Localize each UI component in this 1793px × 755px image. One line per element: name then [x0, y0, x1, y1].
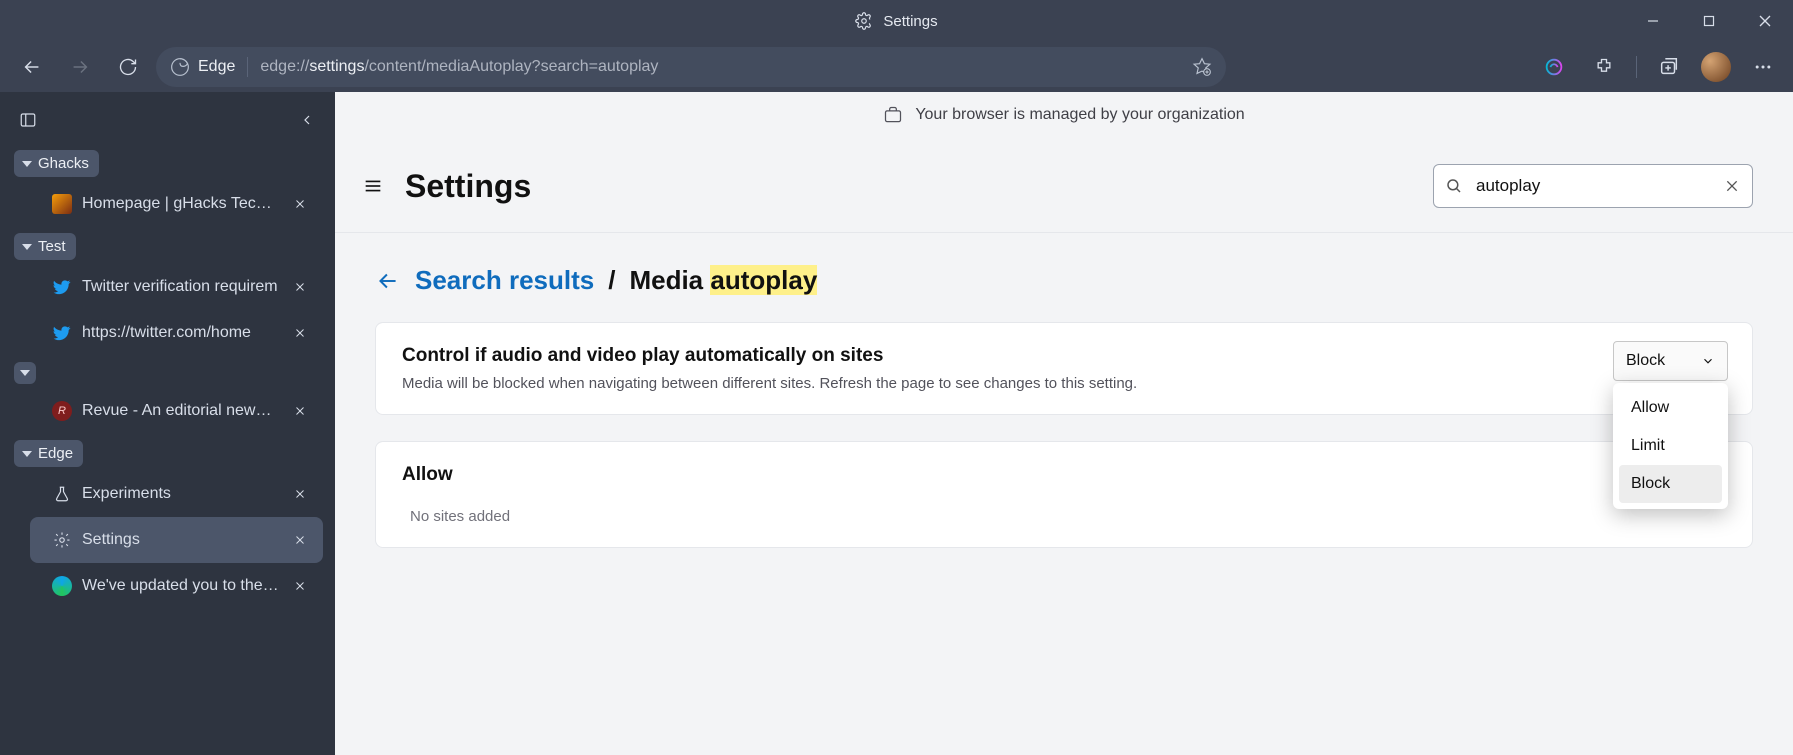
copilot-icon[interactable] [1536, 49, 1572, 85]
search-icon [1444, 176, 1464, 196]
extensions-icon[interactable] [1586, 49, 1622, 85]
group-name: Edge [38, 445, 73, 462]
sidebar-tab[interactable]: We've updated you to the la [30, 563, 323, 609]
settings-search-input[interactable] [1476, 176, 1710, 196]
close-tab-icon[interactable] [289, 193, 311, 215]
dropdown-option[interactable]: Limit [1619, 427, 1722, 465]
breadcrumb-back-icon[interactable] [375, 268, 401, 294]
managed-banner: Your browser is managed by your organiza… [335, 92, 1793, 138]
card-desc: Media will be blocked when navigating be… [402, 375, 1592, 392]
briefcase-icon [883, 105, 903, 125]
sidebar-tab[interactable]: Experiments [30, 471, 323, 517]
edge-logo-icon [170, 57, 190, 77]
tab-title: Revue - An editorial newslet [82, 402, 279, 420]
managed-banner-text: Your browser is managed by your organiza… [915, 106, 1244, 124]
settings-content: Your browser is managed by your organiza… [335, 92, 1793, 755]
titlebar: Settings [0, 0, 1793, 42]
sidebar-tab[interactable]: Settings [30, 517, 323, 563]
avatar[interactable] [1701, 52, 1731, 82]
clear-search-icon[interactable] [1722, 176, 1742, 196]
chevron-down-icon [22, 161, 32, 167]
vertical-tabs-sidebar: Ghacks Homepage | gHacks Technol Test Twitt… [0, 92, 335, 755]
breadcrumb-link[interactable]: Search results [415, 265, 594, 296]
edge-icon [52, 576, 72, 596]
flask-icon [52, 484, 72, 504]
close-tab-icon[interactable] [289, 529, 311, 551]
close-tab-icon[interactable] [289, 400, 311, 422]
tab-group-label[interactable]: Edge [14, 440, 83, 467]
breadcrumb-sep: / [608, 265, 615, 296]
empty-state: No sites added [402, 508, 1726, 525]
breadcrumb: Search results / Media autoplay [375, 265, 1753, 296]
chevron-down-icon [22, 244, 32, 250]
dropdown-option[interactable]: Block [1619, 465, 1722, 503]
group-name: Test [38, 238, 66, 255]
back-button[interactable] [12, 47, 52, 87]
sidebar-tab[interactable]: R Revue - An editorial newslet [30, 388, 323, 434]
close-tab-icon[interactable] [289, 276, 311, 298]
group-name: Ghacks [38, 155, 89, 172]
tab-title: Settings [82, 531, 279, 549]
tab-title: We've updated you to the la [82, 577, 279, 595]
close-button[interactable] [1737, 0, 1793, 42]
dropdown-option[interactable]: Allow [1619, 389, 1722, 427]
address-bar[interactable]: Edge edge://settings/content/mediaAutopl… [156, 47, 1226, 87]
gear-icon [855, 12, 873, 30]
refresh-button[interactable] [108, 47, 148, 87]
sidebar-tab[interactable]: Twitter verification requirem [30, 264, 323, 310]
gear-icon [52, 530, 72, 550]
window-controls [1625, 0, 1793, 42]
hamburger-icon[interactable] [359, 172, 387, 200]
sidebar-tab[interactable]: https://twitter.com/home [30, 310, 323, 356]
minimize-button[interactable] [1625, 0, 1681, 42]
card-title: Control if audio and video play automati… [402, 345, 1592, 367]
close-tab-icon[interactable] [289, 575, 311, 597]
dropdown-value: Block [1626, 352, 1665, 370]
chevron-down-icon [20, 370, 30, 376]
autoplay-dropdown[interactable]: Block [1613, 341, 1728, 381]
window-title: Settings [883, 13, 937, 30]
url-text: edge://settings/content/mediaAutoplay?se… [260, 58, 1180, 76]
chevron-down-icon [22, 451, 32, 457]
tab-title: Experiments [82, 485, 279, 503]
tab-group-label[interactable]: Test [14, 233, 76, 260]
page-title: Settings [405, 168, 531, 205]
site-favicon: R [52, 401, 72, 421]
close-tab-icon[interactable] [289, 322, 311, 344]
tab-title: https://twitter.com/home [82, 324, 279, 342]
tab-title: Twitter verification requirem [82, 278, 279, 296]
more-icon[interactable] [1745, 49, 1781, 85]
settings-header: Settings [335, 138, 1793, 233]
autoplay-dropdown-menu: AllowLimitBlock [1613, 383, 1728, 509]
site-identity-label: Edge [198, 58, 235, 76]
settings-search[interactable] [1433, 164, 1753, 208]
tab-title: Homepage | gHacks Technol [82, 195, 279, 213]
chevron-down-icon [1701, 354, 1715, 368]
favorite-icon[interactable] [1192, 57, 1212, 77]
autoplay-control-card: Control if audio and video play automati… [375, 322, 1753, 415]
card-title: Allow [402, 464, 1726, 486]
sidebar-toggle-icon[interactable] [12, 104, 44, 136]
site-favicon [52, 194, 72, 214]
toolbar: Edge edge://settings/content/mediaAutopl… [0, 42, 1793, 92]
tab-group-label[interactable]: Ghacks [14, 150, 99, 177]
forward-button[interactable] [60, 47, 100, 87]
separator [1636, 56, 1637, 78]
sidebar-tab[interactable]: Homepage | gHacks Technol [30, 181, 323, 227]
close-tab-icon[interactable] [289, 483, 311, 505]
maximize-button[interactable] [1681, 0, 1737, 42]
collections-icon[interactable] [1651, 49, 1687, 85]
twitter-icon [52, 323, 72, 343]
twitter-icon [52, 277, 72, 297]
tab-group-label[interactable] [14, 362, 36, 384]
allow-sites-card: Allow No sites added [375, 441, 1753, 548]
breadcrumb-current: Media autoplay [629, 265, 817, 296]
collapse-sidebar-icon[interactable] [291, 104, 323, 136]
